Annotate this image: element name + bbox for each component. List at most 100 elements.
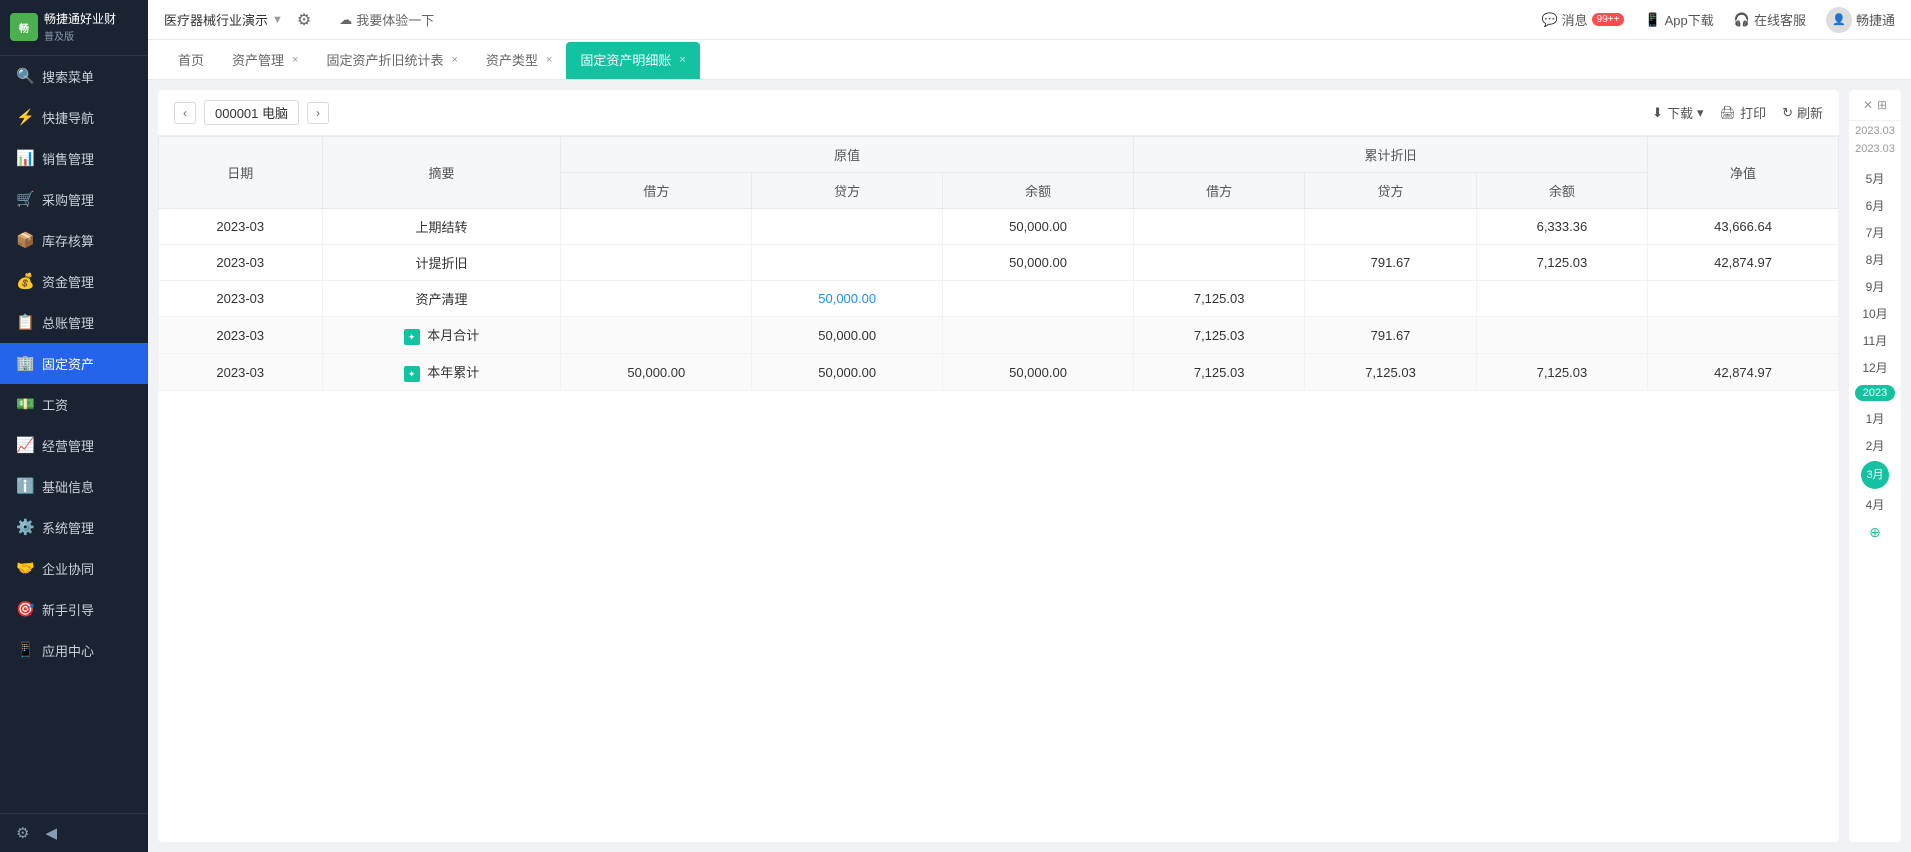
cell-dep-balance: 7,125.03	[1476, 245, 1647, 281]
timeline-expand-icon[interactable]: ⊞	[1877, 98, 1887, 112]
tab-depreciation-stat[interactable]: 固定资产折旧统计表 ×	[312, 42, 471, 79]
timeline-header: ✕ ⊞	[1849, 90, 1901, 121]
cell-net-value	[1648, 317, 1839, 354]
col-dep-debit: 借方	[1133, 173, 1304, 209]
sidebar-label-basic-info: 基础信息	[42, 477, 94, 496]
timeline-arrow-down[interactable]: ⊕	[1849, 518, 1901, 547]
refresh-button[interactable]: ↻ 刷新	[1782, 103, 1823, 122]
sidebar-item-funds[interactable]: 💰 资金管理	[0, 261, 148, 302]
ledger-table: 日期 摘要 原值 累计折旧 净值 借方 贷方 余额 借方 贷方 余额	[158, 136, 1839, 391]
sidebar-label-search: 搜索菜单	[42, 67, 94, 86]
sidebar-item-system[interactable]: ⚙️ 系统管理	[0, 507, 148, 548]
table-row: 2023-03 计提折旧 50,000.00 791.67 7,125.03 4…	[159, 245, 1839, 281]
prev-asset-button[interactable]: ‹	[174, 102, 196, 124]
tab-asset-type[interactable]: 资产类型 ×	[472, 42, 566, 79]
tabbar: 首页 资产管理 × 固定资产折旧统计表 × 资产类型 × 固定资产明细账 ×	[148, 40, 1911, 80]
tab-asset-detail[interactable]: 固定资产明细账 ×	[566, 42, 699, 79]
sidebar-item-sales[interactable]: 📊 销售管理	[0, 138, 148, 179]
user-profile[interactable]: 👤 畅捷通	[1826, 7, 1895, 33]
timeline-month-7[interactable]: 7月	[1849, 219, 1901, 246]
timeline-year-2023[interactable]: 2023	[1855, 385, 1895, 401]
tab-depreciation-stat-close[interactable]: ×	[451, 54, 457, 66]
cell-net-value: 42,874.97	[1648, 245, 1839, 281]
print-button[interactable]: 🖨 打印	[1720, 103, 1767, 122]
download-icon: ⬇	[1652, 105, 1663, 121]
cell-dep-debit	[1133, 209, 1304, 245]
sidebar-item-search[interactable]: 🔍 搜索菜单	[0, 56, 148, 97]
col-accumulated-dep: 累计折旧	[1133, 137, 1647, 173]
table-row: 2023-03 上期结转 50,000.00 6,333.36 43,666.6…	[159, 209, 1839, 245]
tab-depreciation-stat-label: 固定资产折旧统计表	[326, 50, 443, 69]
tab-asset-mgmt-close[interactable]: ×	[292, 54, 298, 66]
cell-dep-debit: 7,125.03	[1133, 317, 1304, 354]
cell-dep-credit	[1305, 281, 1476, 317]
sidebar-item-payroll[interactable]: 💵 工资	[0, 384, 148, 425]
topbar: 医疗器械行业演示 ▼ ⚙ ☁ 我要体验一下 💬 消息 99+ 📱 App下载 🎧…	[148, 0, 1911, 40]
next-asset-button[interactable]: ›	[307, 102, 329, 124]
chevron-down-icon: ▼	[272, 14, 283, 26]
tab-home[interactable]: 首页	[164, 42, 218, 79]
timeline-month-4[interactable]: 4月	[1849, 491, 1901, 518]
sidebar-item-basic-info[interactable]: ℹ️ 基础信息	[0, 466, 148, 507]
sidebar-label-fixed-assets: 固定资产	[42, 354, 94, 373]
timeline-month-3-active[interactable]: 3月	[1861, 461, 1889, 489]
sidebar-item-guide[interactable]: 🎯 新手引导	[0, 589, 148, 630]
sidebar-item-enterprise[interactable]: 🤝 企业协同	[0, 548, 148, 589]
sidebar-label-funds: 资金管理	[42, 272, 94, 291]
company-name: 医疗器械行业演示	[164, 10, 268, 29]
app-icon: 📱	[16, 641, 34, 659]
timeline-month-12[interactable]: 12月	[1849, 354, 1901, 381]
topbar-right: 💬 消息 99+ 📱 App下载 🎧 在线客服 👤 畅捷通	[1541, 7, 1895, 33]
sidebar-item-operations[interactable]: 📈 经营管理	[0, 425, 148, 466]
sidebar-item-ledger[interactable]: 📋 总账管理	[0, 302, 148, 343]
cell-orig-balance: 50,000.00	[943, 209, 1134, 245]
tab-asset-detail-close[interactable]: ×	[679, 54, 685, 66]
collapse-icon[interactable]: ◀	[45, 824, 57, 842]
timeline-month-9[interactable]: 9月	[1849, 273, 1901, 300]
timeline-month-8[interactable]: 8月	[1849, 246, 1901, 273]
cell-date: 2023-03	[159, 354, 323, 391]
sidebar-label-payroll: 工资	[42, 395, 68, 414]
table-row-subtotal-year: 2023-03 ✦ 本年累计 50,000.00 50,000.00 50,00…	[159, 354, 1839, 391]
download-button[interactable]: ⬇ 下载 ▾	[1652, 103, 1703, 122]
cell-date: 2023-03	[159, 209, 323, 245]
tab-home-label: 首页	[178, 50, 204, 69]
tab-asset-type-label: 资产类型	[486, 50, 538, 69]
timeline-month-11[interactable]: 11月	[1849, 327, 1901, 354]
col-original-value: 原值	[561, 137, 1134, 173]
experience-button[interactable]: ☁ 我要体验一下	[339, 10, 434, 29]
settings-icon[interactable]: ⚙	[16, 824, 29, 842]
col-net-value: 净值	[1648, 137, 1839, 209]
cell-dep-credit: 791.67	[1305, 245, 1476, 281]
cloud-icon: ☁	[339, 12, 352, 28]
cell-orig-credit: 50,000.00	[752, 317, 943, 354]
sidebar-item-quick-nav[interactable]: ⚡ 快捷导航	[0, 97, 148, 138]
app-download-button[interactable]: 📱 App下载	[1644, 10, 1713, 29]
sidebar-item-purchase[interactable]: 🛒 采购管理	[0, 179, 148, 220]
col-orig-credit: 贷方	[752, 173, 943, 209]
timeline-month-10[interactable]: 10月	[1849, 300, 1901, 327]
timeline-month-5[interactable]: 5月	[1849, 165, 1901, 192]
timeline-month-2[interactable]: 2月	[1849, 432, 1901, 459]
payroll-icon: 💵	[16, 395, 34, 413]
timeline-month-1[interactable]: 1月	[1849, 405, 1901, 432]
col-orig-balance: 余额	[943, 173, 1134, 209]
support-button[interactable]: 🎧 在线客服	[1734, 10, 1806, 29]
message-button[interactable]: 💬 消息 99+	[1541, 10, 1624, 29]
tab-asset-mgmt[interactable]: 资产管理 ×	[218, 42, 312, 79]
logo-edition: 普及版	[44, 28, 116, 43]
timeline-month-6[interactable]: 6月	[1849, 192, 1901, 219]
topbar-settings-icon[interactable]: ⚙	[297, 10, 311, 30]
timeline-date2: 2023.03	[1855, 141, 1895, 161]
timeline-close-icon[interactable]: ✕	[1863, 98, 1873, 112]
table-row: 2023-03 资产清理 50,000.00 7,125.03	[159, 281, 1839, 317]
cell-date: 2023-03	[159, 245, 323, 281]
sidebar-item-inventory[interactable]: 📦 库存核算	[0, 220, 148, 261]
cell-dep-debit: 7,125.03	[1133, 354, 1304, 391]
sidebar-item-app-center[interactable]: 📱 应用中心	[0, 630, 148, 671]
company-selector[interactable]: 医疗器械行业演示 ▼	[164, 10, 283, 29]
tab-asset-type-close[interactable]: ×	[546, 54, 552, 66]
sidebar-item-fixed-assets[interactable]: 🏢 固定资产	[0, 343, 148, 384]
cell-summary: 上期结转	[322, 209, 561, 245]
cell-orig-debit	[561, 317, 752, 354]
